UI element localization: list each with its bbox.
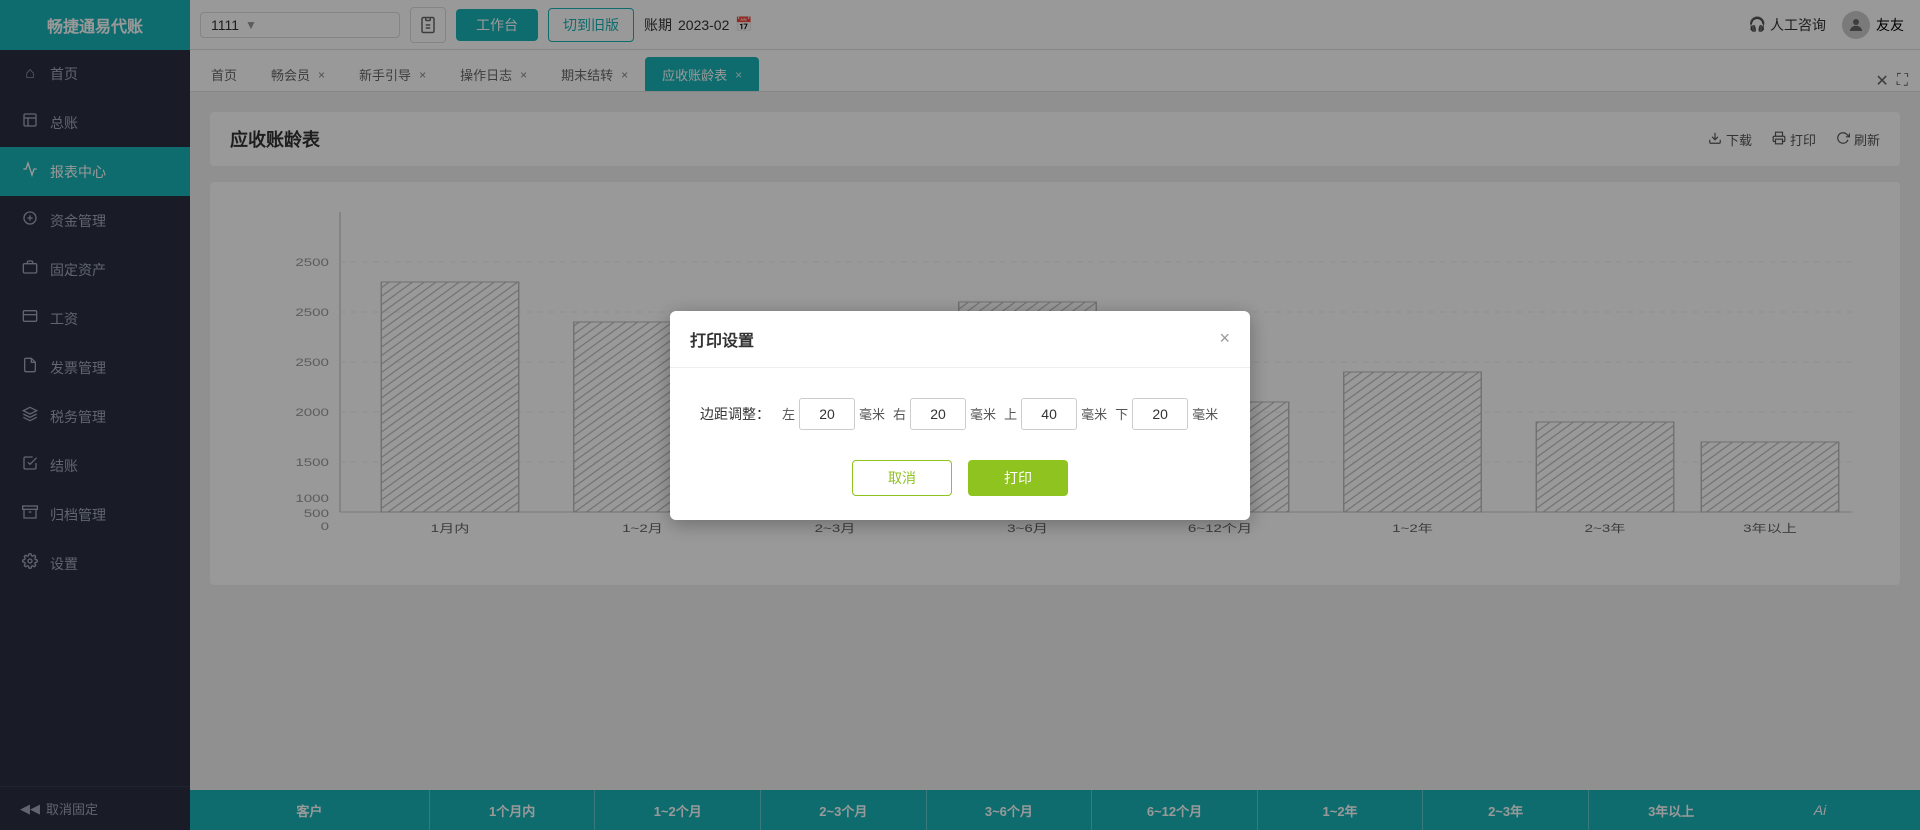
- print-settings-modal: 打印设置 × 边距调整： 左 毫米 右 毫米 上 毫米: [670, 311, 1250, 520]
- modal-close-button[interactable]: ×: [1219, 328, 1230, 349]
- modal-print-button[interactable]: 打印: [968, 460, 1068, 496]
- margin-label: 边距调整：: [700, 404, 770, 424]
- margin-row: 边距调整： 左 毫米 右 毫米 上 毫米 下: [700, 398, 1220, 430]
- modal-header: 打印设置 ×: [670, 311, 1250, 368]
- right-unit: 毫米: [970, 404, 996, 423]
- modal-overlay[interactable]: 打印设置 × 边距调整： 左 毫米 右 毫米 上 毫米: [0, 0, 1920, 830]
- margin-left-group: 左 毫米: [782, 398, 885, 430]
- margin-top-input[interactable]: [1021, 398, 1077, 430]
- modal-cancel-button[interactable]: 取消: [852, 460, 952, 496]
- bottom-label: 下: [1115, 404, 1128, 423]
- right-label: 右: [893, 404, 906, 423]
- top-unit: 毫米: [1081, 404, 1107, 423]
- modal-title: 打印设置: [690, 327, 754, 351]
- margin-right-group: 右 毫米: [893, 398, 996, 430]
- modal-footer: 取消 打印: [670, 450, 1250, 520]
- margin-bottom-group: 下 毫米: [1115, 398, 1218, 430]
- margin-left-input[interactable]: [799, 398, 855, 430]
- bottom-unit: 毫米: [1192, 404, 1218, 423]
- left-label: 左: [782, 404, 795, 423]
- margin-top-group: 上 毫米: [1004, 398, 1107, 430]
- modal-body: 边距调整： 左 毫米 右 毫米 上 毫米 下: [670, 368, 1250, 450]
- margin-bottom-input[interactable]: [1132, 398, 1188, 430]
- top-label: 上: [1004, 404, 1017, 423]
- left-unit: 毫米: [859, 404, 885, 423]
- margin-right-input[interactable]: [910, 398, 966, 430]
